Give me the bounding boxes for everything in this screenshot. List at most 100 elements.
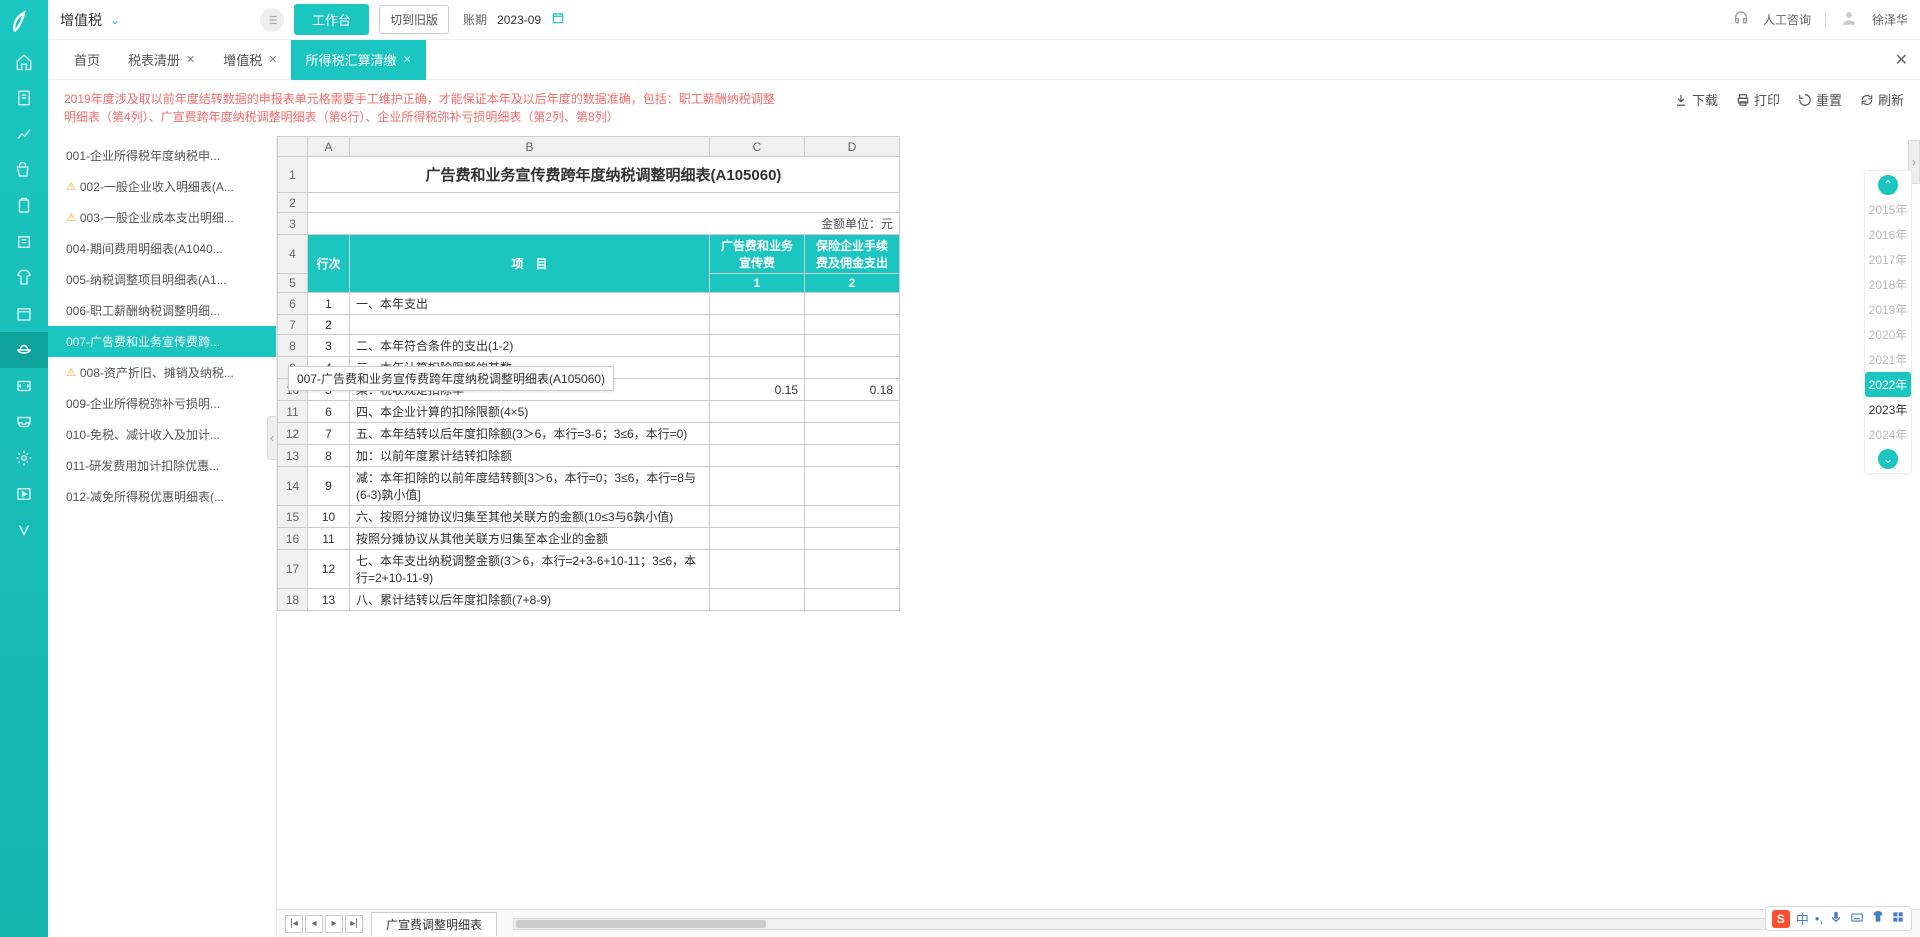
row-header[interactable]: 17: [278, 550, 308, 589]
nav-home-icon[interactable]: [0, 44, 48, 80]
item-cell[interactable]: 加：以前年度累计结转扣除额: [350, 445, 710, 467]
item-cell[interactable]: [350, 315, 710, 335]
collapse-tree-handle[interactable]: ‹: [267, 416, 276, 460]
nav-clipboard-icon[interactable]: [0, 188, 48, 224]
user-avatar-icon[interactable]: [1840, 9, 1858, 30]
seq-cell[interactable]: 2: [308, 315, 350, 335]
year-scroll-down-icon[interactable]: ⌄: [1878, 449, 1898, 469]
calendar-icon[interactable]: [551, 11, 565, 28]
row-header[interactable]: 7: [278, 315, 308, 335]
value-cell-c[interactable]: [710, 550, 805, 589]
download-button[interactable]: 下载: [1674, 90, 1718, 109]
seq-cell[interactable]: 12: [308, 550, 350, 589]
value-cell-c[interactable]: [710, 293, 805, 315]
seq-cell[interactable]: 10: [308, 506, 350, 528]
value-cell-c[interactable]: 0.15: [710, 379, 805, 401]
switch-old-button[interactable]: 切到旧版: [379, 5, 449, 34]
tab-close-icon[interactable]: ✕: [268, 53, 277, 66]
item-cell[interactable]: 六、按照分摊协议归集至其他关联方的金额(10≤3与6孰小值): [350, 506, 710, 528]
seq-cell[interactable]: 13: [308, 589, 350, 611]
module-selector[interactable]: 增值税 ⌄: [60, 10, 250, 30]
ime-mic-icon[interactable]: [1829, 910, 1843, 927]
tree-item[interactable]: 012-减免所得税优惠明细表(...: [48, 481, 276, 512]
year-item[interactable]: 2023年: [1865, 397, 1911, 422]
item-cell[interactable]: 按照分摊协议从其他关联方归集至本企业的金额: [350, 528, 710, 550]
row-header[interactable]: 18: [278, 589, 308, 611]
row-header[interactable]: 5: [278, 274, 308, 293]
ime-punct-icon[interactable]: •,: [1815, 911, 1823, 926]
year-item[interactable]: 2019年: [1865, 297, 1911, 322]
nav-transfer-icon[interactable]: [0, 368, 48, 404]
row-header[interactable]: 15: [278, 506, 308, 528]
tree-item[interactable]: 009-企业所得税弥补亏损明...: [48, 388, 276, 419]
tab-close-icon[interactable]: ✕: [186, 53, 195, 66]
value-cell-d[interactable]: [805, 589, 900, 611]
value-cell-c[interactable]: [710, 467, 805, 506]
ime-toolbar[interactable]: S 中 •,: [1765, 906, 1912, 931]
tree-item[interactable]: ⚠003-一般企业成本支出明细...: [48, 202, 276, 233]
nav-inbox-icon[interactable]: [0, 404, 48, 440]
nav-bag-icon[interactable]: [0, 152, 48, 188]
tree-item[interactable]: ⚠008-资产折旧、摊销及纳税...: [48, 357, 276, 388]
row-header[interactable]: 11: [278, 401, 308, 423]
value-cell-d[interactable]: [805, 315, 900, 335]
sheet-nav-first[interactable]: |◂: [285, 915, 303, 933]
col-header-b[interactable]: B: [350, 137, 710, 157]
tab-首页[interactable]: 首页: [60, 40, 114, 80]
tree-item[interactable]: 010-免税、减计收入及加计...: [48, 419, 276, 450]
value-cell-c[interactable]: [710, 528, 805, 550]
value-cell-d[interactable]: [805, 467, 900, 506]
year-item[interactable]: 2022年: [1865, 372, 1911, 397]
value-cell-c[interactable]: [710, 357, 805, 379]
row-header[interactable]: 13: [278, 445, 308, 467]
year-item[interactable]: 2016年: [1865, 222, 1911, 247]
sheet-tab[interactable]: 广宣费调整明细表: [371, 912, 497, 936]
value-cell-c[interactable]: [710, 445, 805, 467]
value-cell-c[interactable]: [710, 506, 805, 528]
sheet-nav-prev[interactable]: ◂: [305, 915, 323, 933]
value-cell-c[interactable]: [710, 589, 805, 611]
value-cell-c[interactable]: [710, 335, 805, 357]
year-item[interactable]: 2020年: [1865, 322, 1911, 347]
nav-shirt-icon[interactable]: [0, 260, 48, 296]
row-header[interactable]: 6: [278, 293, 308, 315]
tree-item[interactable]: 007-广告费和业务宣传费跨...: [48, 326, 276, 357]
tree-item[interactable]: 006-职工薪酬纳税调整明细...: [48, 295, 276, 326]
row-header[interactable]: 3: [278, 213, 308, 235]
tree-item[interactable]: 004-期间费用明细表(A1040...: [48, 233, 276, 264]
nav-tax-icon[interactable]: [0, 224, 48, 260]
ime-toolbox-icon[interactable]: [1891, 910, 1905, 927]
nav-chart-icon[interactable]: [0, 116, 48, 152]
ime-keyboard-icon[interactable]: [1849, 910, 1865, 927]
item-cell[interactable]: 五、本年结转以后年度扣除额(3＞6，本行=3-6；3≤6，本行=0): [350, 423, 710, 445]
item-cell[interactable]: 八、累计结转以后年度扣除额(7+8-9): [350, 589, 710, 611]
year-item[interactable]: 2021年: [1865, 347, 1911, 372]
workbench-button[interactable]: 工作台: [294, 4, 369, 35]
user-name[interactable]: 徐泽华: [1872, 11, 1908, 28]
nav-gear-icon[interactable]: [0, 440, 48, 476]
close-all-tabs-icon[interactable]: ✕: [1895, 50, 1908, 70]
year-item[interactable]: 2018年: [1865, 272, 1911, 297]
refresh-button[interactable]: 刷新: [1860, 90, 1904, 109]
value-cell-c[interactable]: [710, 401, 805, 423]
seq-cell[interactable]: 3: [308, 335, 350, 357]
tree-item[interactable]: 005-纳税调整项目明细表(A1...: [48, 264, 276, 295]
nav-v-icon[interactable]: [0, 512, 48, 548]
item-cell[interactable]: 减：本年扣除的以前年度结转额[3＞6，本行=0；3≤6，本行=8与(6-3)孰小…: [350, 467, 710, 506]
item-cell[interactable]: 七、本年支出纳税调整金额(3＞6，本行=2+3-6+10-11；3≤6，本行=2…: [350, 550, 710, 589]
sheet-nav-next[interactable]: ▸: [325, 915, 343, 933]
value-cell-d[interactable]: [805, 506, 900, 528]
row-header[interactable]: 2: [278, 193, 308, 213]
headset-icon[interactable]: [1733, 10, 1749, 29]
col-header-a[interactable]: A: [308, 137, 350, 157]
value-cell-d[interactable]: [805, 445, 900, 467]
consult-label[interactable]: 人工咨询: [1763, 11, 1811, 28]
print-button[interactable]: 打印: [1736, 90, 1780, 109]
ime-skin-icon[interactable]: [1871, 910, 1885, 927]
year-item[interactable]: 2017年: [1865, 247, 1911, 272]
reset-button[interactable]: 重置: [1798, 90, 1842, 109]
ime-lang[interactable]: 中: [1796, 909, 1809, 928]
seq-cell[interactable]: 6: [308, 401, 350, 423]
value-cell-d[interactable]: [805, 528, 900, 550]
year-scroll-up-icon[interactable]: ⌃: [1878, 175, 1898, 195]
